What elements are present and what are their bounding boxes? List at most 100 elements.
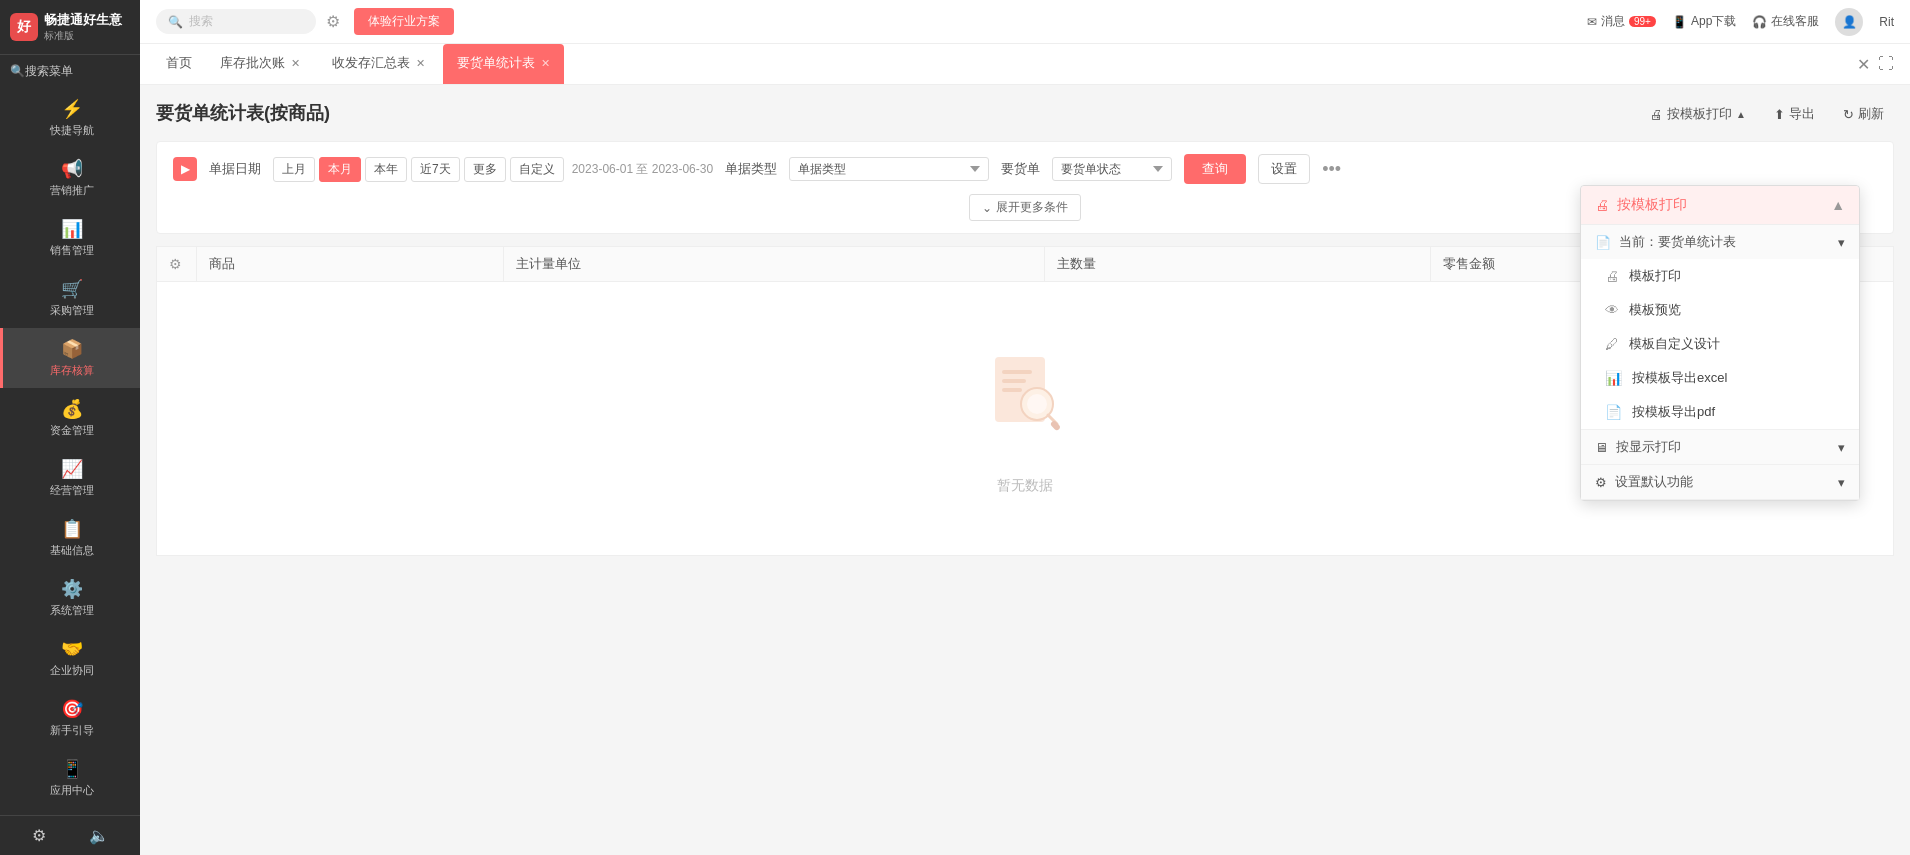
template-design-item[interactable]: 🖊 模板自定义设计 xyxy=(1581,327,1859,361)
dropdown-header: 🖨 按模板打印 ▲ xyxy=(1581,186,1859,225)
message-action[interactable]: ✉ 消息 99+ xyxy=(1587,13,1656,30)
export-pdf-item[interactable]: 📄 按模板导出pdf xyxy=(1581,395,1859,429)
order-type-label: 单据类型 xyxy=(725,160,777,178)
close-tab-order-stats[interactable]: ✕ xyxy=(541,57,550,70)
print-btn[interactable]: 🖨 按模板打印 ▲ xyxy=(1640,101,1756,127)
sidebar-search-menu[interactable]: 🔍 搜索菜单 xyxy=(0,55,140,88)
tabs-bar: 首页 库存批次账 ✕ 收发存汇总表 ✕ 要货单统计表 ✕ ✕ ⛶ xyxy=(140,44,1910,85)
default-func-header[interactable]: ⚙ 设置默认功能 ▾ xyxy=(1581,465,1859,499)
sidebar-item-wechat-work[interactable]: 💬 企业微信 xyxy=(0,808,140,815)
svg-rect-3 xyxy=(1002,388,1022,392)
default-func-icon: ⚙ xyxy=(1595,475,1607,490)
purchase-icon: 🛒 xyxy=(61,278,83,300)
table-settings-icon[interactable]: ⚙ xyxy=(169,256,182,272)
sidebar-item-system[interactable]: ⚙️ 系统管理 xyxy=(0,568,140,628)
template-print-icon: 🖨 xyxy=(1605,268,1619,284)
close-tab-inventory-batch[interactable]: ✕ xyxy=(291,57,300,70)
user-name[interactable]: Rit xyxy=(1879,15,1894,29)
app-center-icon: 📱 xyxy=(61,758,83,780)
order-type-select[interactable]: 单据类型 xyxy=(789,157,989,181)
default-func-section: ⚙ 设置默认功能 ▾ xyxy=(1581,465,1859,500)
display-print-label: 按显示打印 xyxy=(1616,438,1681,456)
display-print-chevron: ▾ xyxy=(1838,440,1845,455)
filter-row-1: ▶ 单据日期 上月 本月 本年 近7天 更多 自定义 2023-06-01 至 … xyxy=(173,154,1877,184)
tab-home[interactable]: 首页 xyxy=(156,44,202,84)
col-header-product: 商品 xyxy=(197,247,504,282)
date-label: 单据日期 xyxy=(209,160,261,178)
sidebar-nav: ⚡ 快捷导航 📢 营销推广 📊 销售管理 🛒 采购管理 📦 库存核算 💰 资金管… xyxy=(0,88,140,815)
sidebar-item-newbie[interactable]: 🎯 新手引导 xyxy=(0,688,140,748)
template-preview-item[interactable]: 👁 模板预览 xyxy=(1581,293,1859,327)
inventory-icon: 📦 xyxy=(61,338,83,360)
enterprise-icon: 🤝 xyxy=(61,638,83,660)
date-this-year[interactable]: 本年 xyxy=(365,157,407,182)
close-window-btn[interactable]: ✕ xyxy=(1857,55,1870,74)
topbar-search[interactable]: 🔍 搜索 xyxy=(156,9,316,34)
svg-rect-7 xyxy=(1050,420,1061,431)
close-tab-receipt-summary[interactable]: ✕ xyxy=(416,57,425,70)
sidebar-item-quick-nav[interactable]: ⚡ 快捷导航 xyxy=(0,88,140,148)
settings-btn[interactable]: 设置 xyxy=(1258,154,1310,184)
display-print-header[interactable]: 🖥 按显示打印 ▾ xyxy=(1581,430,1859,464)
newbie-icon: 🎯 xyxy=(61,698,83,720)
phone-icon: 📱 xyxy=(1672,15,1687,29)
print-chevron-icon: ▲ xyxy=(1736,109,1746,120)
date-custom[interactable]: 自定义 xyxy=(510,157,564,182)
trial-btn[interactable]: 体验行业方案 xyxy=(354,8,454,35)
maximize-window-btn[interactable]: ⛶ xyxy=(1878,55,1894,73)
user-avatar[interactable]: 👤 xyxy=(1835,8,1863,36)
sidebar-item-basic-info[interactable]: 📋 基础信息 xyxy=(0,508,140,568)
page-content: 要货单统计表(按商品) 🖨 按模板打印 ▲ ⬆ 导出 ↻ 刷新 ▶ 单据日期 xyxy=(140,85,1910,855)
template-preview-icon: 👁 xyxy=(1605,302,1619,318)
query-btn[interactable]: 查询 xyxy=(1184,154,1246,184)
online-service-action[interactable]: 🎧 在线客服 xyxy=(1752,13,1819,30)
display-print-section: 🖥 按显示打印 ▾ xyxy=(1581,430,1859,465)
tab-inventory-batch[interactable]: 库存批次账 ✕ xyxy=(206,44,314,84)
filter-expand-arrow[interactable]: ▶ xyxy=(173,157,197,181)
default-func-chevron: ▾ xyxy=(1838,475,1845,490)
export-excel-item[interactable]: 📊 按模板导出excel xyxy=(1581,361,1859,395)
order-status-select[interactable]: 要货单状态 xyxy=(1052,157,1172,181)
tab-order-stats[interactable]: 要货单统计表 ✕ xyxy=(443,44,564,84)
more-options-btn[interactable]: ••• xyxy=(1322,159,1341,180)
sidebar: 好 畅捷通好生意 标准版 🔍 搜索菜单 ⚡ 快捷导航 📢 营销推广 📊 销售管理… xyxy=(0,0,140,855)
app-download-action[interactable]: 📱 App下载 xyxy=(1672,13,1736,30)
export-btn[interactable]: ⬆ 导出 xyxy=(1764,101,1825,127)
topbar: 🔍 搜索 ⚙ 体验行业方案 ✉ 消息 99+ 📱 App下载 🎧 在线客服 👤 … xyxy=(140,0,1910,44)
print-dropdown: 🖨 按模板打印 ▲ 📄 当前：要货单统计表 ▾ 🖨 模板打印 xyxy=(1580,185,1860,501)
print-dropdown-title: 按模板打印 xyxy=(1617,196,1687,214)
message-badge: 99+ xyxy=(1629,16,1656,27)
expand-chevron-icon: ⌄ xyxy=(982,201,992,215)
sidebar-item-inventory[interactable]: 📦 库存核算 xyxy=(0,328,140,388)
template-print-item[interactable]: 🖨 模板打印 xyxy=(1581,259,1859,293)
sidebar-item-enterprise[interactable]: 🤝 企业协同 xyxy=(0,628,140,688)
basic-info-icon: 📋 xyxy=(61,518,83,540)
collapse-btn[interactable]: 🔈 xyxy=(89,826,109,845)
date-more[interactable]: 更多 xyxy=(464,157,506,182)
sidebar-item-marketing[interactable]: 📢 营销推广 xyxy=(0,148,140,208)
system-icon: ⚙️ xyxy=(61,578,83,600)
sidebar-item-operation[interactable]: 📈 经营管理 xyxy=(0,448,140,508)
expand-more-filters[interactable]: ⌄ 展开更多条件 xyxy=(969,194,1081,221)
refresh-btn[interactable]: ↻ 刷新 xyxy=(1833,101,1894,127)
sidebar-item-purchase[interactable]: 🛒 采购管理 xyxy=(0,268,140,328)
brand-icon: 好 xyxy=(10,13,38,41)
current-template-label: 当前：要货单统计表 xyxy=(1619,233,1736,251)
date-last-month[interactable]: 上月 xyxy=(273,157,315,182)
date-this-month[interactable]: 本月 xyxy=(319,157,361,182)
dropdown-close-btn[interactable]: ▲ xyxy=(1831,197,1845,213)
sidebar-item-sales[interactable]: 📊 销售管理 xyxy=(0,208,140,268)
operation-icon: 📈 xyxy=(61,458,83,480)
current-template-header[interactable]: 📄 当前：要货单统计表 ▾ xyxy=(1581,225,1859,259)
tab-receipt-summary[interactable]: 收发存汇总表 ✕ xyxy=(318,44,439,84)
quick-nav-icon: ⚡ xyxy=(61,98,83,120)
empty-icon xyxy=(975,342,1075,461)
date-7days[interactable]: 近7天 xyxy=(411,157,460,182)
sidebar-item-fund[interactable]: 💰 资金管理 xyxy=(0,388,140,448)
settings-bottom-btn[interactable]: ⚙ xyxy=(32,826,46,845)
fund-icon: 💰 xyxy=(61,398,83,420)
topbar-gear-icon[interactable]: ⚙ xyxy=(326,12,340,31)
sidebar-item-app-center[interactable]: 📱 应用中心 xyxy=(0,748,140,808)
page-toolbar: 🖨 按模板打印 ▲ ⬆ 导出 ↻ 刷新 xyxy=(1640,101,1894,127)
tabs-right-actions: ✕ ⛶ xyxy=(1857,55,1894,74)
